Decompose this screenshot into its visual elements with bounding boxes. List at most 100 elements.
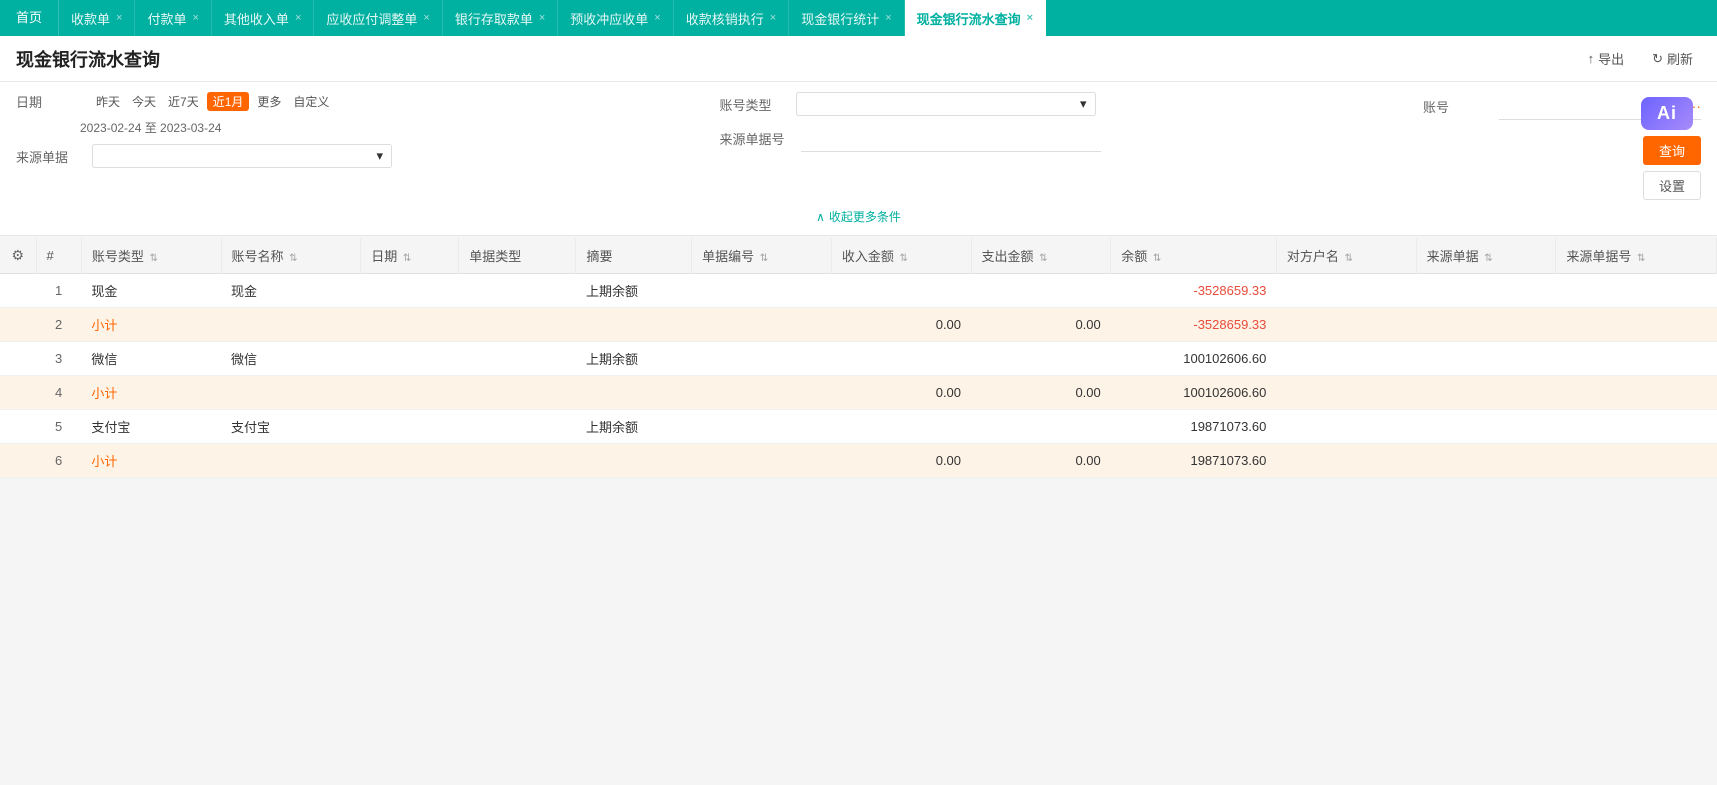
refresh-button[interactable]: ↻ 刷新 bbox=[1644, 45, 1701, 72]
td-source-doc-no bbox=[1556, 274, 1717, 308]
close-icon[interactable]: × bbox=[654, 12, 660, 24]
td-no: 1 bbox=[36, 274, 81, 308]
td-source-doc-no bbox=[1556, 376, 1717, 410]
td-counterparty bbox=[1276, 308, 1416, 342]
nav-tab-fukuan[interactable]: 付款单 × bbox=[135, 0, 211, 36]
td-doc-type bbox=[459, 342, 576, 376]
td-counterparty bbox=[1276, 274, 1416, 308]
ai-badge[interactable]: Ai bbox=[1641, 97, 1693, 130]
td-account-type: 小计 bbox=[81, 376, 221, 410]
nav-tab-yinhangcunqu[interactable]: 银行存取款单 × bbox=[443, 0, 558, 36]
table-row: 2 小计 0.00 0.00 -3528659.33 bbox=[0, 308, 1717, 342]
th-source-doc-no[interactable]: 来源单据号 ⇅ bbox=[1556, 238, 1717, 274]
source-doc-select[interactable]: ▾ bbox=[92, 144, 392, 168]
export-button[interactable]: ↑ 导出 bbox=[1580, 45, 1633, 72]
close-icon[interactable]: × bbox=[885, 12, 891, 24]
td-source-doc-no bbox=[1556, 342, 1717, 376]
date-range-display: 2023-02-24 至 2023-03-24 bbox=[80, 121, 221, 135]
th-date[interactable]: 日期 ⇅ bbox=[361, 238, 459, 274]
td-counterparty bbox=[1276, 376, 1416, 410]
th-balance[interactable]: 余额 ⇅ bbox=[1111, 238, 1277, 274]
td-balance: -3528659.33 bbox=[1111, 308, 1277, 342]
nav-tab-shoukuanhexiao[interactable]: 收款核销执行 × bbox=[674, 0, 789, 36]
close-icon[interactable]: × bbox=[1027, 12, 1033, 24]
td-balance: -3528659.33 bbox=[1111, 274, 1277, 308]
td-date bbox=[361, 308, 459, 342]
gear-icon[interactable]: ⚙ bbox=[11, 247, 24, 263]
table-body: 1 现金 现金 上期余额 -3528659.33 2 小计 0.00 0.00 … bbox=[0, 274, 1717, 478]
date-btn-custom[interactable]: 自定义 bbox=[289, 92, 333, 111]
close-icon[interactable]: × bbox=[192, 12, 198, 24]
chevron-down-icon: ▾ bbox=[1080, 96, 1087, 112]
date-btn-today[interactable]: 今天 bbox=[128, 92, 160, 111]
td-expense bbox=[971, 342, 1111, 376]
td-account-type: 现金 bbox=[81, 274, 221, 308]
source-doc-no-input[interactable] bbox=[801, 127, 1091, 148]
collapse-button[interactable]: ∧ 收起更多条件 bbox=[16, 204, 1701, 225]
nav-home[interactable]: 首页 bbox=[0, 0, 59, 36]
close-icon[interactable]: × bbox=[423, 12, 429, 24]
filter-area: 日期 昨天 今天 近7天 近1月 更多 自定义 2023-02-24 至 202… bbox=[0, 82, 1717, 236]
table-row: 1 现金 现金 上期余额 -3528659.33 bbox=[0, 274, 1717, 308]
date-btn-more[interactable]: 更多 bbox=[253, 92, 285, 111]
sort-icon: ⇅ bbox=[760, 253, 768, 264]
td-source-doc-no bbox=[1556, 410, 1717, 444]
th-counterparty[interactable]: 对方户名 ⇅ bbox=[1276, 238, 1416, 274]
nav-tab-shoukuan[interactable]: 收款单 × bbox=[59, 0, 135, 36]
td-income: 0.00 bbox=[831, 308, 971, 342]
td-account-name bbox=[221, 444, 361, 478]
source-doc-filter-row: 来源单据 ▾ bbox=[16, 144, 688, 168]
td-source-doc-no bbox=[1556, 308, 1717, 342]
account-type-select[interactable]: ▾ bbox=[796, 92, 1096, 116]
th-income[interactable]: 收入金额 ⇅ bbox=[831, 238, 971, 274]
td-no: 5 bbox=[36, 410, 81, 444]
nav-tab-qitashouru[interactable]: 其他收入单 × bbox=[212, 0, 314, 36]
sort-icon: ⇅ bbox=[149, 253, 157, 264]
data-table: ⚙ # 账号类型 ⇅ 账号名称 ⇅ 日期 ⇅ 单据类型 摘要 单据编号 ⇅ 收入… bbox=[0, 238, 1717, 478]
th-expense[interactable]: 支出金额 ⇅ bbox=[971, 238, 1111, 274]
td-balance: 100102606.60 bbox=[1111, 376, 1277, 410]
td-summary bbox=[576, 444, 692, 478]
th-account-name[interactable]: 账号名称 ⇅ bbox=[221, 238, 361, 274]
nav-tab-yingshoutiaozheng[interactable]: 应收应付调整单 × bbox=[314, 0, 442, 36]
th-gear[interactable]: ⚙ bbox=[0, 238, 36, 274]
td-source-doc-no bbox=[1556, 444, 1717, 478]
query-button[interactable]: 查询 bbox=[1643, 136, 1701, 165]
account-type-filter-row: 账号类型 ▾ bbox=[720, 92, 1392, 116]
collapse-icon: ∧ bbox=[816, 210, 825, 224]
date-btn-7days[interactable]: 近7天 bbox=[164, 92, 203, 111]
td-gear-cell bbox=[0, 342, 36, 376]
close-icon[interactable]: × bbox=[770, 12, 776, 24]
td-income: 0.00 bbox=[831, 444, 971, 478]
td-source-doc bbox=[1416, 410, 1556, 444]
source-doc-no-label: 来源单据号 bbox=[720, 129, 785, 148]
td-source-doc bbox=[1416, 308, 1556, 342]
td-source-doc bbox=[1416, 342, 1556, 376]
th-doc-no[interactable]: 单据编号 ⇅ bbox=[692, 238, 832, 274]
close-icon[interactable]: × bbox=[295, 12, 301, 24]
td-expense: 0.00 bbox=[971, 376, 1111, 410]
nav-tab-xianjinliushui[interactable]: 现金银行流水查询 × bbox=[905, 0, 1046, 36]
td-gear-cell bbox=[0, 410, 36, 444]
td-gear-cell bbox=[0, 308, 36, 342]
nav-tab-yushouchong[interactable]: 预收冲应收单 × bbox=[558, 0, 673, 36]
th-account-type[interactable]: 账号类型 ⇅ bbox=[81, 238, 221, 274]
td-doc-type bbox=[459, 444, 576, 478]
th-source-doc[interactable]: 来源单据 ⇅ bbox=[1416, 238, 1556, 274]
date-filter-row: 日期 昨天 今天 近7天 近1月 更多 自定义 bbox=[16, 92, 688, 111]
table-row: 6 小计 0.00 0.00 19871073.60 bbox=[0, 444, 1717, 478]
td-date bbox=[361, 410, 459, 444]
date-btn-yesterday[interactable]: 昨天 bbox=[92, 92, 124, 111]
td-account-name bbox=[221, 376, 361, 410]
settings-button[interactable]: 设置 bbox=[1643, 171, 1701, 200]
td-account-name bbox=[221, 308, 361, 342]
data-table-wrapper: ⚙ # 账号类型 ⇅ 账号名称 ⇅ 日期 ⇅ 单据类型 摘要 单据编号 ⇅ 收入… bbox=[0, 238, 1717, 478]
sort-icon: ⇅ bbox=[1637, 253, 1645, 264]
nav-tab-xianjintongji[interactable]: 现金银行统计 × bbox=[789, 0, 904, 36]
close-icon[interactable]: × bbox=[116, 12, 122, 24]
date-btn-1month[interactable]: 近1月 bbox=[207, 92, 250, 111]
td-expense: 0.00 bbox=[971, 308, 1111, 342]
td-source-doc bbox=[1416, 444, 1556, 478]
table-header-row: ⚙ # 账号类型 ⇅ 账号名称 ⇅ 日期 ⇅ 单据类型 摘要 单据编号 ⇅ 收入… bbox=[0, 238, 1717, 274]
close-icon[interactable]: × bbox=[539, 12, 545, 24]
